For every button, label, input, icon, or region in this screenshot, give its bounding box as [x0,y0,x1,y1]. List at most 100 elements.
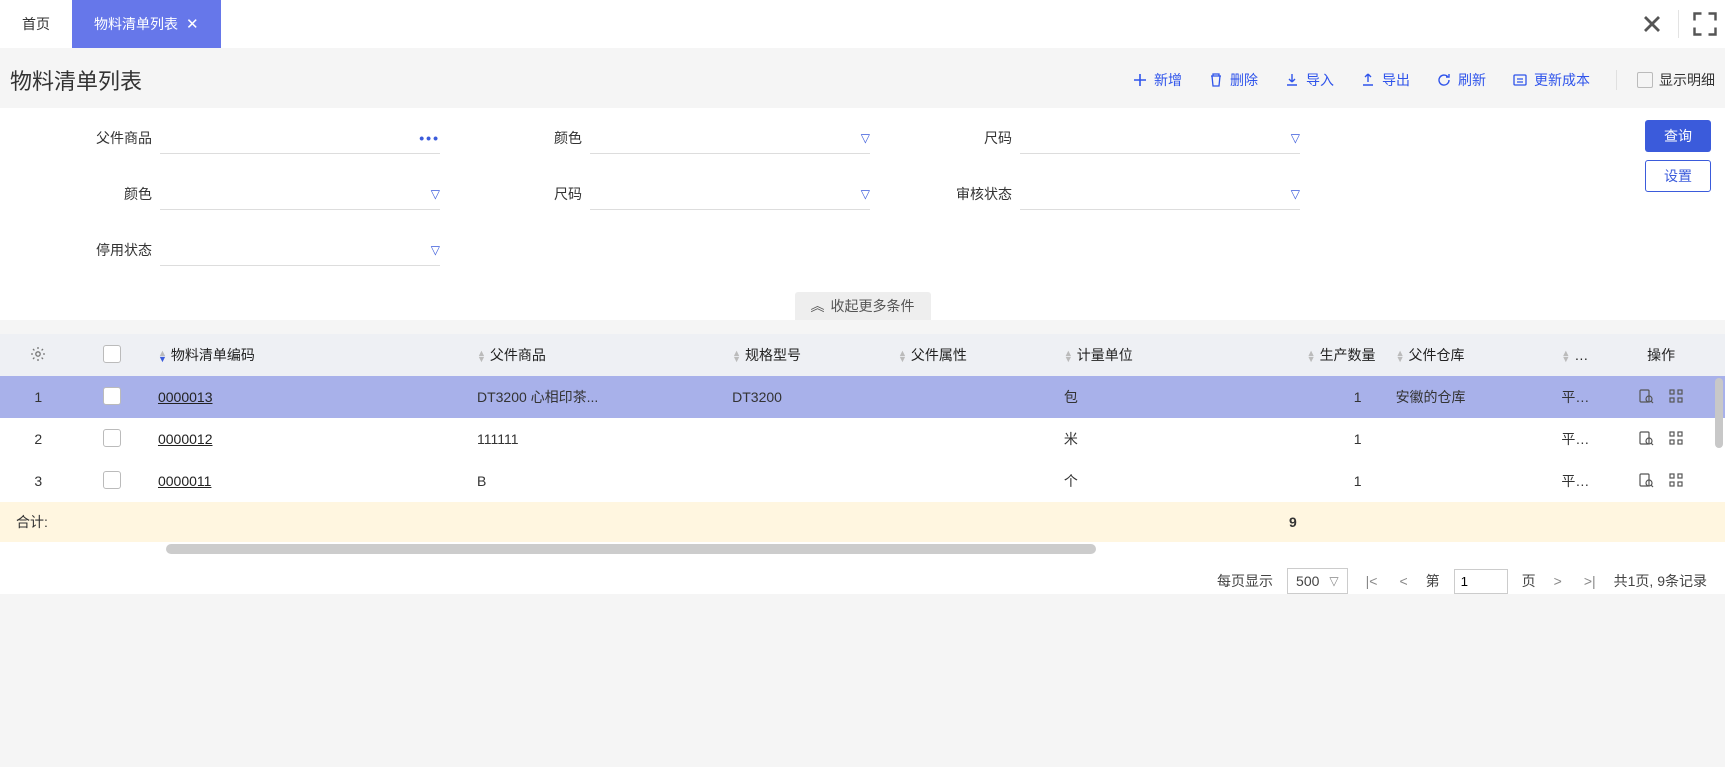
table-container: ▲▼物料清单编码 ▲▼父件商品 ▲▼规格型号 ▲▼父件属性 ▲▼计量单位 ▲▼生… [0,334,1725,594]
cell-warehouse: 安徽的仓库 [1386,376,1552,418]
stop-status-select[interactable]: ▽ [160,234,440,266]
view-icon[interactable] [1638,388,1654,407]
filter-stop-status: 停用状态▽ [10,234,440,266]
import-button[interactable]: 导入 [1284,70,1334,90]
tab-home[interactable]: 首页 [0,0,72,48]
select-all[interactable] [77,334,148,376]
filter-audit-status: 审核状态▽ [870,178,1300,210]
grid-icon[interactable] [1668,430,1684,449]
prev-page-button[interactable]: < [1395,573,1411,589]
filter-size2: 尺码▽ [440,178,870,210]
filter-panel: 父件商品••• 颜色▽ 尺码▽ 颜色▽ 尺码▽ 审核状态▽ 停用状态▽ 查询 设… [0,108,1725,320]
close-icon[interactable]: ✕ [186,15,199,33]
cell-extra: 平均 [1551,460,1597,502]
fullscreen-icon[interactable] [1691,10,1719,38]
query-button[interactable]: 查询 [1645,120,1711,152]
col-warehouse[interactable]: ▲▼父件仓库 [1386,334,1552,376]
grid-icon[interactable] [1668,388,1684,407]
delete-button[interactable]: 删除 [1208,70,1258,90]
row-number: 3 [0,460,77,502]
import-icon [1284,72,1300,88]
cell-attr [888,376,1054,418]
cell-qty: 1 [1220,460,1386,502]
col-unit[interactable]: ▲▼计量单位 [1054,334,1220,376]
page-info: 共1页, 9条记录 [1614,571,1707,591]
size-select[interactable]: ▽ [1020,122,1300,154]
filter-buttons: 查询 设置 [1645,120,1711,192]
color2-select[interactable]: ▽ [160,178,440,210]
table-row[interactable]: 20000012111111米1平均 [0,418,1725,460]
cell-attr [888,460,1054,502]
export-button[interactable]: 导出 [1360,70,1410,90]
row-checkbox[interactable] [77,460,148,502]
tab-tools [1638,10,1719,38]
refresh-button[interactable]: 刷新 [1436,70,1486,90]
settings-button[interactable]: 设置 [1645,160,1711,192]
first-page-button[interactable]: |< [1362,573,1382,589]
col-code[interactable]: ▲▼物料清单编码 [148,334,467,376]
chevron-down-icon: ▽ [861,187,870,201]
summary-total: 9 [1279,514,1725,530]
tab-bom-list[interactable]: 物料清单列表 ✕ [72,0,221,48]
col-parent-attr[interactable]: ▲▼父件属性 [888,334,1054,376]
cell-qty: 1 [1220,376,1386,418]
column-settings[interactable] [0,334,77,376]
chevron-down-icon: ▽ [1291,131,1300,145]
show-detail-checkbox[interactable]: 显示明细 [1616,70,1715,90]
cell-product: 111111 [467,418,722,460]
table-row[interactable]: 10000013DT3200 心相印茶...DT3200包1安徽的仓库平均 [0,376,1725,418]
filter-size: 尺码▽ [870,122,1300,154]
per-page-select[interactable]: 500▽ [1287,568,1348,594]
col-spec[interactable]: ▲▼规格型号 [722,334,888,376]
horizontal-scrollbar[interactable] [0,542,1725,556]
collapse-filters-button[interactable]: ︽收起更多条件 [795,292,931,320]
cell-warehouse [1386,460,1552,502]
page-input[interactable] [1454,569,1508,594]
filter-color2: 颜色▽ [10,178,440,210]
header-actions: 新增 删除 导入 导出 刷新 更新成本 显示明细 [1132,70,1715,90]
cell-extra: 平均 [1551,376,1597,418]
update-cost-button[interactable]: 更新成本 [1512,70,1590,90]
chevron-down-icon: ▽ [861,131,870,145]
separator [1678,10,1679,38]
col-parent-product[interactable]: ▲▼父件商品 [467,334,722,376]
table-row[interactable]: 30000011B个1平均 [0,460,1725,502]
close-all-icon[interactable] [1638,10,1666,38]
chevron-down-icon: ▽ [431,243,440,257]
next-page-button[interactable]: > [1550,573,1566,589]
bom-code-link[interactable]: 0000013 [158,389,213,405]
row-number: 2 [0,418,77,460]
cell-unit: 米 [1054,418,1220,460]
bom-code-link[interactable]: 0000012 [158,431,213,447]
color-select[interactable]: ▽ [590,122,870,154]
chevron-down-icon: ▽ [431,187,440,201]
view-icon[interactable] [1638,472,1654,491]
parent-product-picker[interactable]: ••• [160,122,440,154]
cell-extra: 平均 [1551,418,1597,460]
grid-icon[interactable] [1668,472,1684,491]
chevron-down-icon: ▽ [1291,187,1300,201]
cell-unit: 包 [1054,376,1220,418]
col-qty[interactable]: ▲▼生产数量 [1220,334,1386,376]
audit-status-select[interactable]: ▽ [1020,178,1300,210]
row-number: 1 [0,376,77,418]
bom-code-link[interactable]: 0000011 [158,473,211,489]
cost-icon [1512,72,1528,88]
last-page-button[interactable]: >| [1580,573,1600,589]
export-icon [1360,72,1376,88]
summary-row: 合计: 9 [0,502,1725,542]
row-checkbox[interactable] [77,376,148,418]
vertical-scrollbar[interactable] [1715,378,1723,498]
size2-select[interactable]: ▽ [590,178,870,210]
row-checkbox[interactable] [77,418,148,460]
cell-product: B [467,460,722,502]
cell-spec [722,418,888,460]
col-extra[interactable]: ▲▼成 [1551,334,1597,376]
view-icon[interactable] [1638,430,1654,449]
page-unit: 页 [1522,571,1536,591]
chevron-down-icon: ▽ [1329,574,1338,588]
checkbox-icon [103,471,121,489]
filter-parent-product: 父件商品••• [10,122,440,154]
add-button[interactable]: 新增 [1132,70,1182,90]
checkbox-icon [103,345,121,363]
